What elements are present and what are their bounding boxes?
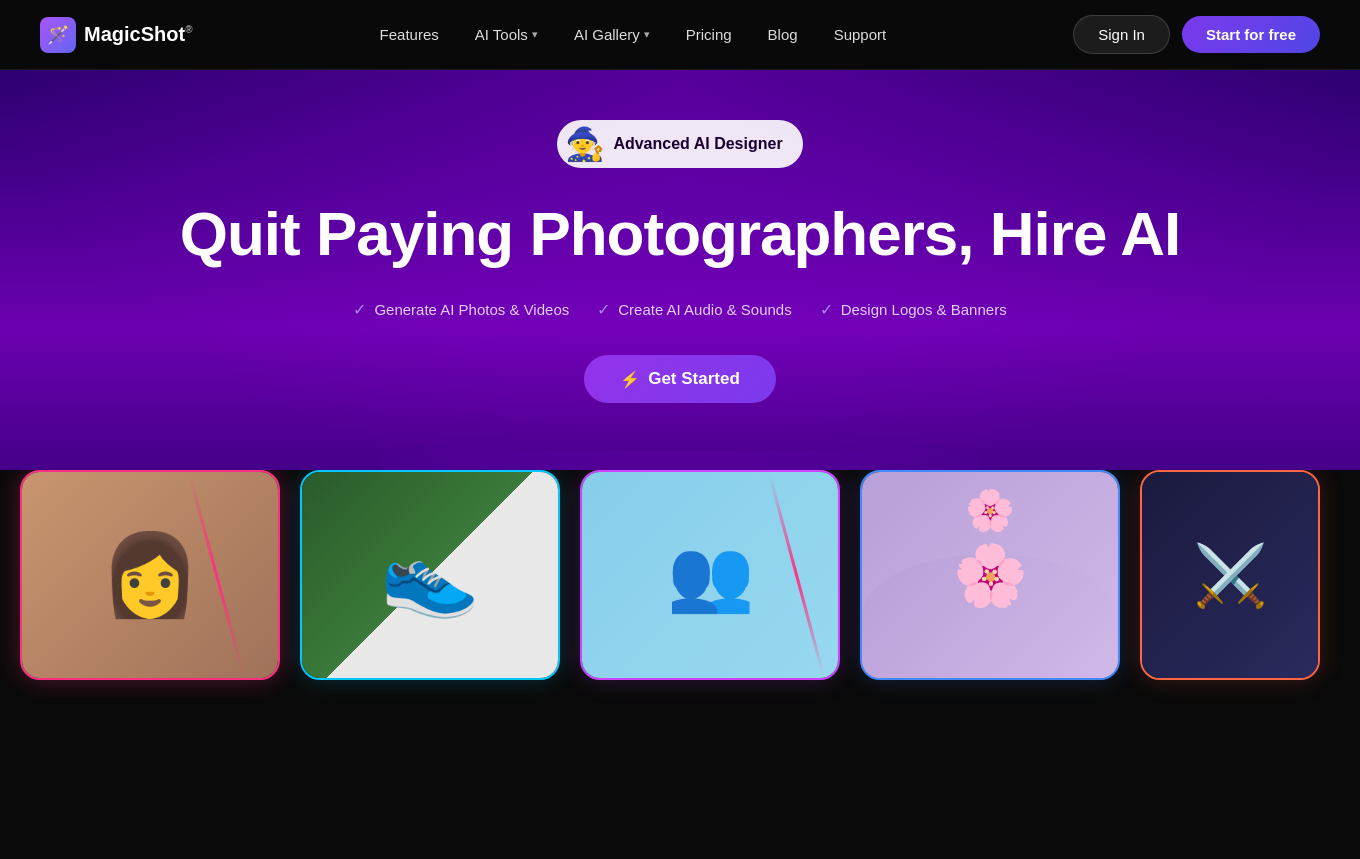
card-body: Anime Maker Try Now → xyxy=(582,678,838,680)
card-product-photography: AI Product Photography Try Now → xyxy=(300,470,560,680)
navbar: 🪄 MagicShot® Features AI Tools ▾ AI Gall… xyxy=(0,0,1360,70)
lightning-icon: ⚡ xyxy=(620,370,640,389)
nav-actions: Sign In Start for free xyxy=(1073,15,1320,54)
card-image-avatar xyxy=(1142,472,1318,678)
chevron-down-icon: ▾ xyxy=(644,28,650,41)
hero-feature-logos: ✓ Design Logos & Banners xyxy=(820,300,1007,319)
card-image-face xyxy=(22,472,278,678)
wizard-icon: 🧙 xyxy=(565,128,605,160)
card-body: AI Product Photography Try Now → xyxy=(302,678,558,680)
get-started-button[interactable]: ⚡ Get Started xyxy=(584,355,776,403)
card-face-enhancer: Face Enhancer Try Now → xyxy=(20,470,280,680)
card-avatar-generator: AI Avatar Generator Try Now → xyxy=(1140,470,1320,680)
hero-features: ✓ Generate AI Photos & Videos ✓ Create A… xyxy=(353,300,1006,319)
card-anime-maker: Anime Maker Try Now → xyxy=(580,470,840,680)
card-image-shoe xyxy=(302,472,558,678)
logo[interactable]: 🪄 MagicShot® xyxy=(40,17,193,53)
check-icon: ✓ xyxy=(353,300,366,319)
hero-section: 🧙 Advanced AI Designer Quit Paying Photo… xyxy=(0,70,1360,500)
check-icon: ✓ xyxy=(597,300,610,319)
nav-ai-gallery[interactable]: AI Gallery ▾ xyxy=(560,18,664,51)
chevron-down-icon: ▾ xyxy=(532,28,538,41)
card-image-anime xyxy=(582,472,838,678)
card-image-photo: 🌸 xyxy=(862,472,1118,678)
hero-feature-photos: ✓ Generate AI Photos & Videos xyxy=(353,300,569,319)
check-icon: ✓ xyxy=(820,300,833,319)
logo-icon: 🪄 xyxy=(40,17,76,53)
badge-label: Advanced AI Designer xyxy=(613,135,782,153)
start-free-button[interactable]: Start for free xyxy=(1182,16,1320,53)
nav-pricing[interactable]: Pricing xyxy=(672,18,746,51)
card-body: AI Photo Generator Try Now → xyxy=(862,678,1118,680)
logo-text: MagicShot® xyxy=(84,23,193,46)
card-body: Face Enhancer Try Now → xyxy=(22,678,278,680)
decorative-line xyxy=(188,475,244,675)
hero-badge: 🧙 Advanced AI Designer xyxy=(557,120,802,168)
nav-ai-tools[interactable]: AI Tools ▾ xyxy=(461,18,552,51)
card-photo-generator: 🌸 AI Photo Generator Try Now → xyxy=(860,470,1120,680)
sign-in-button[interactable]: Sign In xyxy=(1073,15,1170,54)
decorative-line xyxy=(768,475,824,675)
cards-section: Face Enhancer Try Now → AI Product Photo… xyxy=(0,470,1360,720)
nav-support[interactable]: Support xyxy=(820,18,901,51)
hero-feature-audio: ✓ Create AI Audio & Sounds xyxy=(597,300,791,319)
card-body: AI Avatar Generator Try Now → xyxy=(1142,678,1318,680)
nav-blog[interactable]: Blog xyxy=(754,18,812,51)
nav-features[interactable]: Features xyxy=(366,18,453,51)
hero-title: Quit Paying Photographers, Hire AI xyxy=(180,200,1181,268)
nav-links: Features AI Tools ▾ AI Gallery ▾ Pricing… xyxy=(366,18,901,51)
